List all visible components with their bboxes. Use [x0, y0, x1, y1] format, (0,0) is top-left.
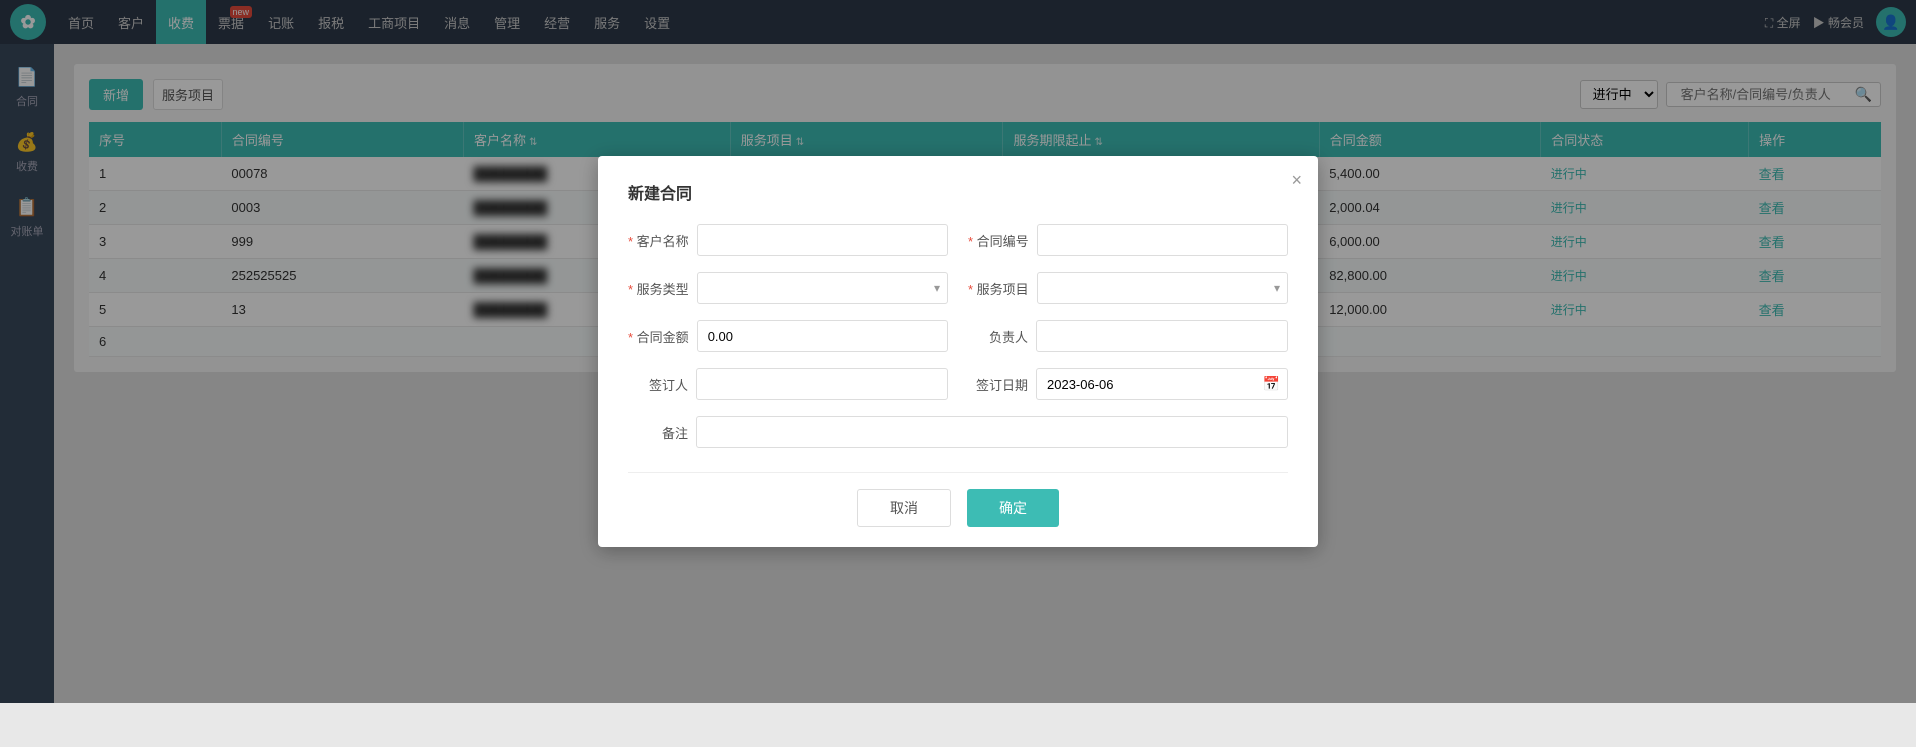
signer-input[interactable]: [696, 368, 948, 400]
form-group-service-type: 服务类型: [628, 272, 948, 304]
form-row-5: 备注: [628, 416, 1288, 448]
responsible-person-label: 负责人: [968, 327, 1028, 346]
calendar-icon[interactable]: 📅: [1263, 376, 1280, 393]
service-item-label: 服务项目: [968, 279, 1029, 298]
form-group-signer: 签订人: [628, 368, 948, 400]
contract-no-label: 合同编号: [968, 231, 1029, 250]
modal-footer: 取消 确定: [628, 472, 1288, 527]
form-group-sign-date: 签订日期 📅: [968, 368, 1288, 400]
contract-no-input[interactable]: [1037, 224, 1288, 256]
contract-amount-label: 合同金额: [628, 327, 689, 346]
confirm-button[interactable]: 确定: [967, 489, 1059, 527]
form-row-2: 服务类型 服务项目: [628, 272, 1288, 304]
form-group-note: 备注: [628, 416, 1288, 448]
signer-label: 签订人: [628, 375, 688, 394]
sign-date-input[interactable]: [1036, 368, 1288, 400]
form-row-3: 合同金额 负责人: [628, 320, 1288, 352]
form-group-amount: 合同金额: [628, 320, 948, 352]
sign-date-label: 签订日期: [968, 375, 1028, 394]
service-type-select-wrapper: [697, 272, 948, 304]
modal-overlay: 新建合同 × 客户名称 合同编号 服务类型: [0, 0, 1916, 703]
service-type-select[interactable]: [697, 272, 948, 304]
new-contract-modal: 新建合同 × 客户名称 合同编号 服务类型: [598, 156, 1318, 547]
form-row-1: 客户名称 合同编号: [628, 224, 1288, 256]
form-group-responsible: 负责人: [968, 320, 1288, 352]
responsible-person-input[interactable]: [1036, 320, 1288, 352]
modal-title: 新建合同: [628, 180, 1288, 204]
sign-date-wrapper: 📅: [1036, 368, 1288, 400]
customer-name-input[interactable]: [697, 224, 948, 256]
customer-name-label: 客户名称: [628, 231, 689, 250]
service-item-select-wrapper: [1037, 272, 1288, 304]
form-group-customer: 客户名称: [628, 224, 948, 256]
contract-amount-input[interactable]: [697, 320, 948, 352]
form-group-service-item: 服务项目: [968, 272, 1288, 304]
note-input[interactable]: [696, 416, 1288, 448]
modal-close-button[interactable]: ×: [1291, 170, 1302, 191]
form-row-4: 签订人 签订日期 📅: [628, 368, 1288, 400]
service-type-label: 服务类型: [628, 279, 689, 298]
service-item-select[interactable]: [1037, 272, 1288, 304]
note-label: 备注: [628, 423, 688, 442]
form-group-contract-no: 合同编号: [968, 224, 1288, 256]
cancel-button[interactable]: 取消: [857, 489, 951, 527]
